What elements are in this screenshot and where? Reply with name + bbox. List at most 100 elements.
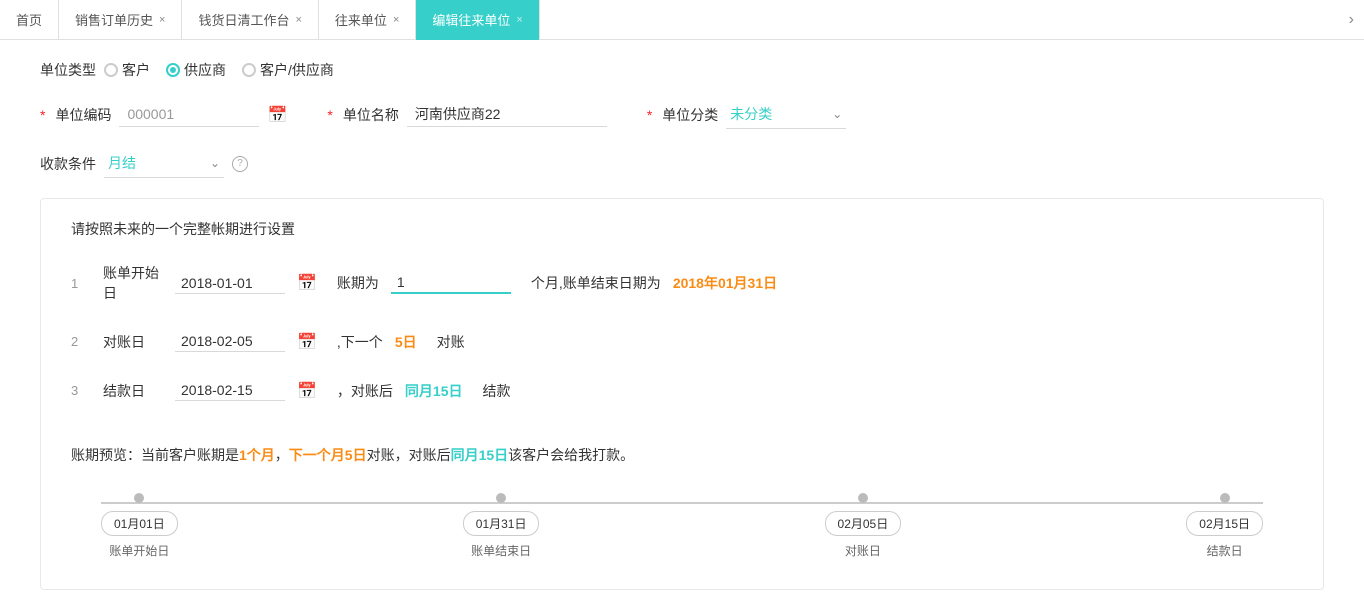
row-3-desc-suffix: 结款 xyxy=(483,381,511,401)
tab-sales-history-close[interactable]: × xyxy=(159,14,165,26)
unit-category-arrow-icon: ⌄ xyxy=(832,107,842,121)
tl-badge-3: 02月15日 xyxy=(1186,511,1263,536)
row-2-label: 对账日 xyxy=(103,332,163,352)
unit-code-field: * 单位编码 📅 xyxy=(40,102,287,127)
preview-comma1: ， xyxy=(275,447,289,463)
tl-badge-2: 02月05日 xyxy=(825,511,902,536)
radio-customer-label: 客户 xyxy=(122,60,150,80)
tl-label-1: 账单结束日 xyxy=(471,542,531,559)
unit-type-radio-group: 客户 供应商 客户/供应商 xyxy=(104,60,334,80)
setting-row-1: 1 账单开始日 📅 账期为 个月,账单结束日期为 2018年01月31日 xyxy=(71,263,1293,303)
row-1-label: 账单开始日 xyxy=(103,263,163,303)
preview-suffix: 该客户会给我打款。 xyxy=(508,447,634,463)
tab-counterpart-close[interactable]: × xyxy=(393,14,399,26)
row-1-period-date: 2018年01月31日 xyxy=(673,273,777,293)
unit-code-input[interactable] xyxy=(119,102,259,127)
tl-dot-3 xyxy=(1220,493,1230,503)
row-3-num: 3 xyxy=(71,383,91,398)
settings-section: 请按照未来的一个完整帐期进行设置 1 账单开始日 📅 账期为 个月,账单结束日期… xyxy=(40,198,1324,590)
row-1-num: 1 xyxy=(71,276,91,291)
row-3-calendar-icon[interactable]: 📅 xyxy=(297,381,317,401)
radio-both-label: 客户/供应商 xyxy=(260,60,334,80)
tab-home[interactable]: 首页 xyxy=(0,0,59,40)
preview-next-date: 下一个月5日 xyxy=(289,447,367,463)
preview-settlement: 同月15日 xyxy=(451,447,509,463)
tab-cash-work[interactable]: 钱货日清工作台 × xyxy=(182,0,318,40)
row-2-desc-prefix: ,下一个 xyxy=(337,332,383,352)
row-1-calendar-icon[interactable]: 📅 xyxy=(297,273,317,293)
preview-prefix: 账期预览：当前客户账期是 xyxy=(71,447,239,463)
preview-section: 账期预览：当前客户账期是1个月，下一个月5日对账，对账后同月15日该客户会给我打… xyxy=(71,429,1293,559)
row-2-calendar-icon[interactable]: 📅 xyxy=(297,332,317,352)
page-content: 单位类型 客户 供应商 客户/供应商 * 单位编码 xyxy=(0,40,1364,610)
row-1-date-input[interactable] xyxy=(175,273,285,294)
unit-name-field: * 单位名称 xyxy=(327,102,606,127)
payment-row: 收款条件 月结 ⌄ ? xyxy=(40,149,1324,178)
tab-cash-work-label: 钱货日清工作台 xyxy=(198,10,289,29)
tabs-arrow[interactable]: › xyxy=(1339,11,1364,29)
unit-category-select[interactable]: 未分类 ⌄ xyxy=(726,100,846,129)
tabs-bar: 首页 销售订单历史 × 钱货日清工作台 × 往来单位 × 编辑往来单位 × › xyxy=(0,0,1364,40)
tab-edit-counterpart-label: 编辑往来单位 xyxy=(432,10,510,29)
tab-counterpart-label: 往来单位 xyxy=(335,10,387,29)
tab-counterpart[interactable]: 往来单位 × xyxy=(319,0,416,40)
tab-sales-history-label: 销售订单历史 xyxy=(75,10,153,29)
radio-both-circle xyxy=(242,63,256,77)
radio-customer[interactable]: 客户 xyxy=(104,60,150,80)
unit-category-value: 未分类 xyxy=(730,104,828,124)
tl-node-3: 02月15日 结款日 xyxy=(1186,493,1263,559)
section-title: 请按照未来的一个完整帐期进行设置 xyxy=(71,219,1293,239)
tl-label-2: 对账日 xyxy=(845,542,881,559)
code-name-cat-row: * 单位编码 📅 * 单位名称 * 单位分类 未分类 ⌄ xyxy=(40,100,1324,129)
payment-select[interactable]: 月结 ⌄ xyxy=(104,149,224,178)
row-3-desc-highlight: 同月15日 xyxy=(405,381,463,401)
preview-reconcile: 对账，对账后 xyxy=(367,447,451,463)
row-2-desc-highlight: 5日 xyxy=(395,332,417,352)
tl-node-1: 01月31日 账单结束日 xyxy=(463,493,540,559)
row-3-desc-prefix: ，对账后 xyxy=(337,381,393,401)
payment-arrow-icon: ⌄ xyxy=(210,156,220,170)
tl-dot-0 xyxy=(134,493,144,503)
row-1-period-suffix: 个月,账单结束日期为 xyxy=(531,273,661,293)
tab-sales-history[interactable]: 销售订单历史 × xyxy=(59,0,182,40)
tab-edit-counterpart-close[interactable]: × xyxy=(516,14,522,26)
payment-label: 收款条件 xyxy=(40,154,96,174)
preview-period: 1个月 xyxy=(239,447,275,463)
radio-supplier-circle xyxy=(166,63,180,77)
tl-node-2: 02月05日 对账日 xyxy=(825,493,902,559)
unit-category-field: * 单位分类 未分类 ⌄ xyxy=(647,100,846,129)
tl-node-0: 01月01日 账单开始日 xyxy=(101,493,178,559)
unit-name-star: * xyxy=(327,107,332,123)
timeline-nodes: 01月01日 账单开始日 01月31日 账单结束日 xyxy=(101,493,1263,559)
setting-row-2: 2 对账日 📅 ,下一个5日对账 xyxy=(71,331,1293,352)
tl-badge-1: 01月31日 xyxy=(463,511,540,536)
radio-supplier[interactable]: 供应商 xyxy=(166,60,226,80)
unit-code-star: * xyxy=(40,107,45,123)
row-3-date-input[interactable] xyxy=(175,380,285,401)
payment-help-icon[interactable]: ? xyxy=(232,156,248,172)
radio-supplier-label: 供应商 xyxy=(184,60,226,80)
tl-dot-2 xyxy=(858,493,868,503)
unit-type-field: 单位类型 客户 供应商 客户/供应商 xyxy=(40,60,334,80)
unit-type-label: 单位类型 xyxy=(40,60,96,80)
row-2-num: 2 xyxy=(71,334,91,349)
tl-dot-1 xyxy=(496,493,506,503)
tab-home-label: 首页 xyxy=(16,10,42,29)
row-1-middle-text: 账期为 xyxy=(337,273,379,293)
unit-category-star: * xyxy=(647,107,652,123)
unit-name-label: 单位名称 xyxy=(343,105,399,125)
tab-cash-work-close[interactable]: × xyxy=(295,14,301,26)
radio-both[interactable]: 客户/供应商 xyxy=(242,60,334,80)
row-1-period-input[interactable] xyxy=(391,272,511,294)
unit-name-input[interactable] xyxy=(407,102,607,127)
tab-edit-counterpart[interactable]: 编辑往来单位 × xyxy=(416,0,539,40)
row-3-label: 结款日 xyxy=(103,381,163,401)
unit-code-calendar-icon[interactable]: 📅 xyxy=(267,105,287,125)
tl-label-3: 结款日 xyxy=(1207,542,1243,559)
preview-text: 账期预览：当前客户账期是1个月，下一个月5日对账，对账后同月15日该客户会给我打… xyxy=(71,445,1293,465)
row-2-date-input[interactable] xyxy=(175,331,285,352)
payment-value: 月结 xyxy=(108,153,206,173)
unit-category-label: 单位分类 xyxy=(662,105,718,125)
tl-badge-0: 01月01日 xyxy=(101,511,178,536)
payment-field: 收款条件 月结 ⌄ ? xyxy=(40,149,248,178)
